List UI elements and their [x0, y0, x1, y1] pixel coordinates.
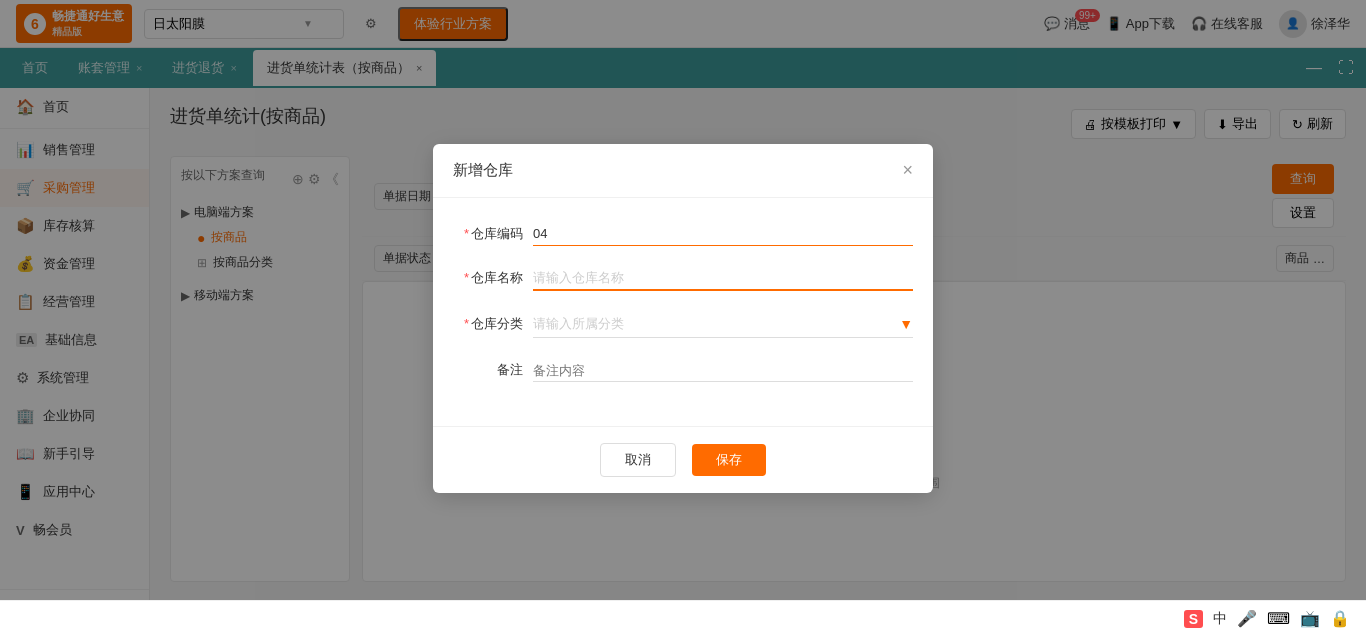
label-category: 仓库分类	[453, 315, 533, 333]
label-code: 仓库编码	[453, 225, 533, 243]
select-arrow-icon: ▼	[899, 316, 913, 332]
s-brand-icon: S	[1184, 610, 1203, 628]
chinese-input-icon[interactable]: 中	[1213, 610, 1227, 628]
form-row-name: 仓库名称	[453, 266, 913, 291]
form-row-code: 仓库编码	[453, 222, 913, 246]
screen-icon[interactable]: 📺	[1300, 609, 1320, 628]
label-remark: 备注	[453, 361, 533, 379]
input-name[interactable]	[533, 266, 913, 291]
bottom-bar: S 中 🎤 ⌨ 📺 🔒	[0, 600, 1366, 636]
modal-close-btn[interactable]: ×	[902, 160, 913, 181]
select-placeholder: 请输入所属分类	[533, 315, 624, 333]
form-row-remark: 备注	[453, 358, 913, 382]
mic-icon[interactable]: 🎤	[1237, 609, 1257, 628]
modal-header: 新增仓库 ×	[433, 144, 933, 198]
modal-title: 新增仓库	[453, 161, 513, 180]
form-row-category: 仓库分类 请输入所属分类 ▼	[453, 311, 913, 338]
textarea-remark[interactable]	[533, 358, 913, 382]
select-category[interactable]: 请输入所属分类 ▼	[533, 311, 913, 338]
modal-overlay[interactable]: 新增仓库 × 仓库编码 仓库名称 仓库分类 请输入所属分类 ▼	[0, 0, 1366, 636]
save-button[interactable]: 保存	[692, 444, 766, 476]
lock-icon[interactable]: 🔒	[1330, 609, 1350, 628]
modal-body: 仓库编码 仓库名称 仓库分类 请输入所属分类 ▼ 备注	[433, 198, 933, 426]
label-name: 仓库名称	[453, 269, 533, 287]
input-code[interactable]	[533, 222, 913, 246]
keyboard-icon[interactable]: ⌨	[1267, 609, 1290, 628]
modal-footer: 取消 保存	[433, 426, 933, 493]
cancel-button[interactable]: 取消	[600, 443, 676, 477]
new-warehouse-modal: 新增仓库 × 仓库编码 仓库名称 仓库分类 请输入所属分类 ▼	[433, 144, 933, 493]
